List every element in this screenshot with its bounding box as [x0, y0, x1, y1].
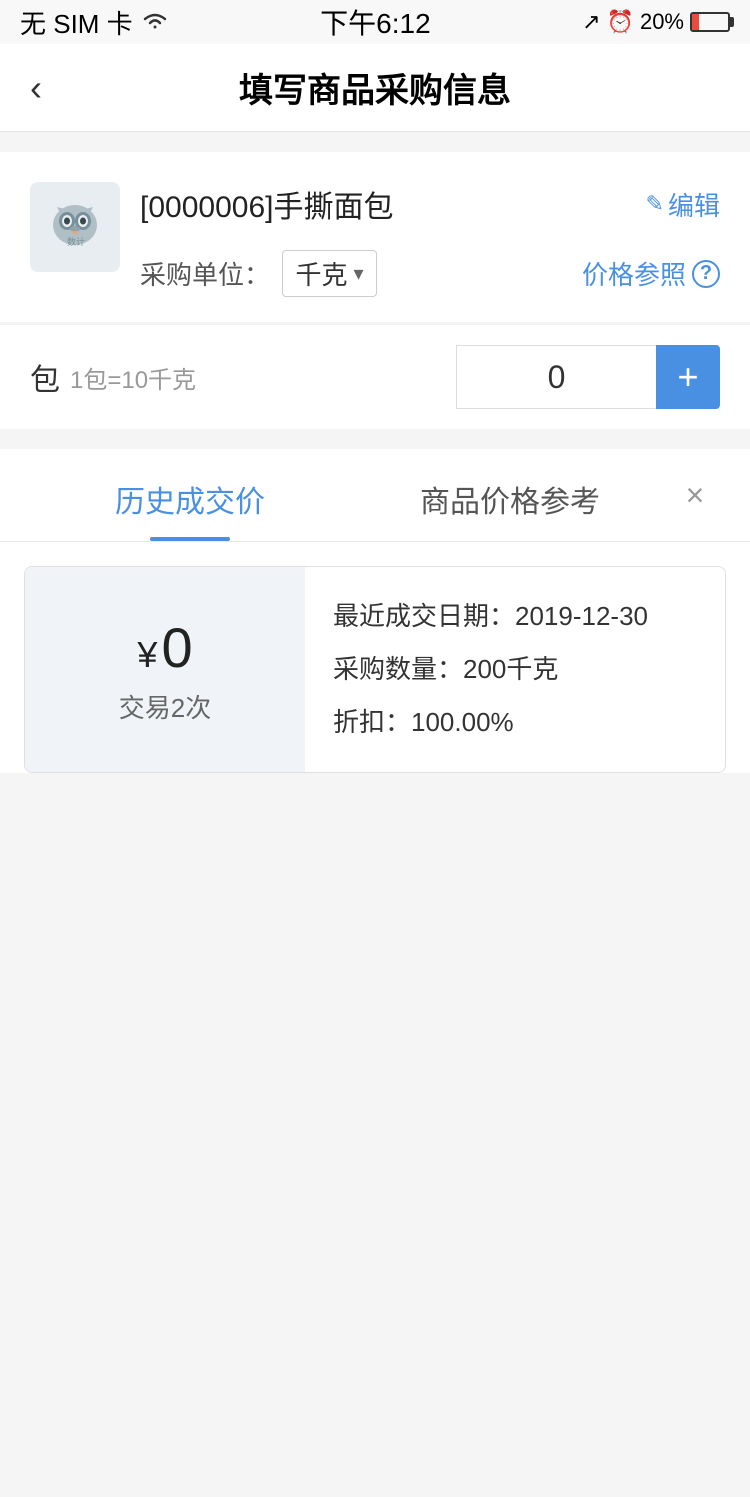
quantity-input[interactable]: [456, 345, 656, 409]
carrier-text: 无 SIM 卡: [20, 4, 133, 41]
latest-date-row: 最近成交日期：2019-12-30: [333, 597, 697, 636]
battery-icon: [690, 12, 730, 32]
page-title: 填写商品采购信息: [239, 63, 511, 112]
price-value: ¥0: [137, 616, 192, 679]
close-icon: ×: [686, 477, 705, 514]
unit-row: 采购单位： 千克 ▾: [140, 250, 377, 297]
product-card: 数计 [0000006]手撕面包 ✎ 编辑 采购单位： 千克 ▾: [0, 152, 750, 322]
quantity-label: 包 1包=10千克: [30, 355, 196, 399]
tabs-section: 历史成交价 商品价格参考 × ¥0 交易2次 最近成交日期：2019-12-30…: [0, 449, 750, 773]
tabs-close-button[interactable]: ×: [670, 470, 720, 520]
discount-row: 折扣：100.00%: [333, 703, 697, 742]
battery-percent: 20%: [640, 9, 684, 35]
nav-bar: ‹ 填写商品采购信息: [0, 44, 750, 132]
quantity-plus-button[interactable]: +: [656, 345, 720, 409]
alarm-icon: ⏰: [607, 9, 634, 35]
unit-label: 采购单位：: [140, 260, 270, 290]
status-time: 下午6:12: [320, 2, 431, 42]
tab-history-price[interactable]: 历史成交价: [30, 449, 350, 541]
tabs-header: 历史成交价 商品价格参考 ×: [0, 449, 750, 542]
edit-icon: ✎: [646, 191, 664, 217]
price-reference-button[interactable]: 价格参照 ?: [582, 255, 720, 292]
status-right: ↗ ⏰ 20%: [582, 9, 730, 35]
price-display: ¥0: [137, 615, 192, 680]
help-icon: ?: [692, 260, 720, 288]
svg-text:数计: 数计: [67, 236, 85, 247]
unit-name: 包: [30, 355, 60, 399]
unit-hint: 1包=10千克: [70, 360, 196, 395]
history-price-left: ¥0 交易2次: [25, 567, 305, 772]
trade-count: 交易2次: [119, 688, 211, 725]
history-price-right: 最近成交日期：2019-12-30 采购数量：200千克 折扣：100.00%: [305, 567, 725, 772]
back-button[interactable]: ‹: [30, 57, 52, 119]
edit-button[interactable]: ✎ 编辑: [646, 186, 720, 223]
product-thumbnail: 数计: [30, 182, 120, 272]
unit-dropdown-arrow: ▾: [353, 261, 363, 286]
tab-underline: [150, 537, 230, 541]
status-left: 无 SIM 卡: [20, 4, 169, 41]
tab-product-price-ref[interactable]: 商品价格参考: [350, 449, 670, 541]
unit-select-button[interactable]: 千克 ▾: [282, 250, 376, 297]
location-icon: ↗: [582, 9, 600, 35]
product-logo-icon: 数计: [45, 195, 105, 260]
status-bar: 无 SIM 卡 下午6:12 ↗ ⏰ 20%: [0, 0, 750, 44]
product-info: [0000006]手撕面包 ✎ 编辑 采购单位： 千克 ▾ 价格参照 ?: [140, 182, 720, 297]
quantity-input-area: +: [456, 345, 720, 409]
quantity-row: 包 1包=10千克 +: [0, 324, 750, 429]
purchase-qty-row: 采购数量：200千克: [333, 650, 697, 689]
main-content: [0, 797, 750, 1497]
wifi-icon: [141, 7, 169, 38]
product-name: [0000006]手撕面包: [140, 182, 393, 226]
plus-icon: +: [677, 356, 698, 398]
history-price-card: ¥0 交易2次 最近成交日期：2019-12-30 采购数量：200千克 折扣：…: [24, 566, 726, 773]
